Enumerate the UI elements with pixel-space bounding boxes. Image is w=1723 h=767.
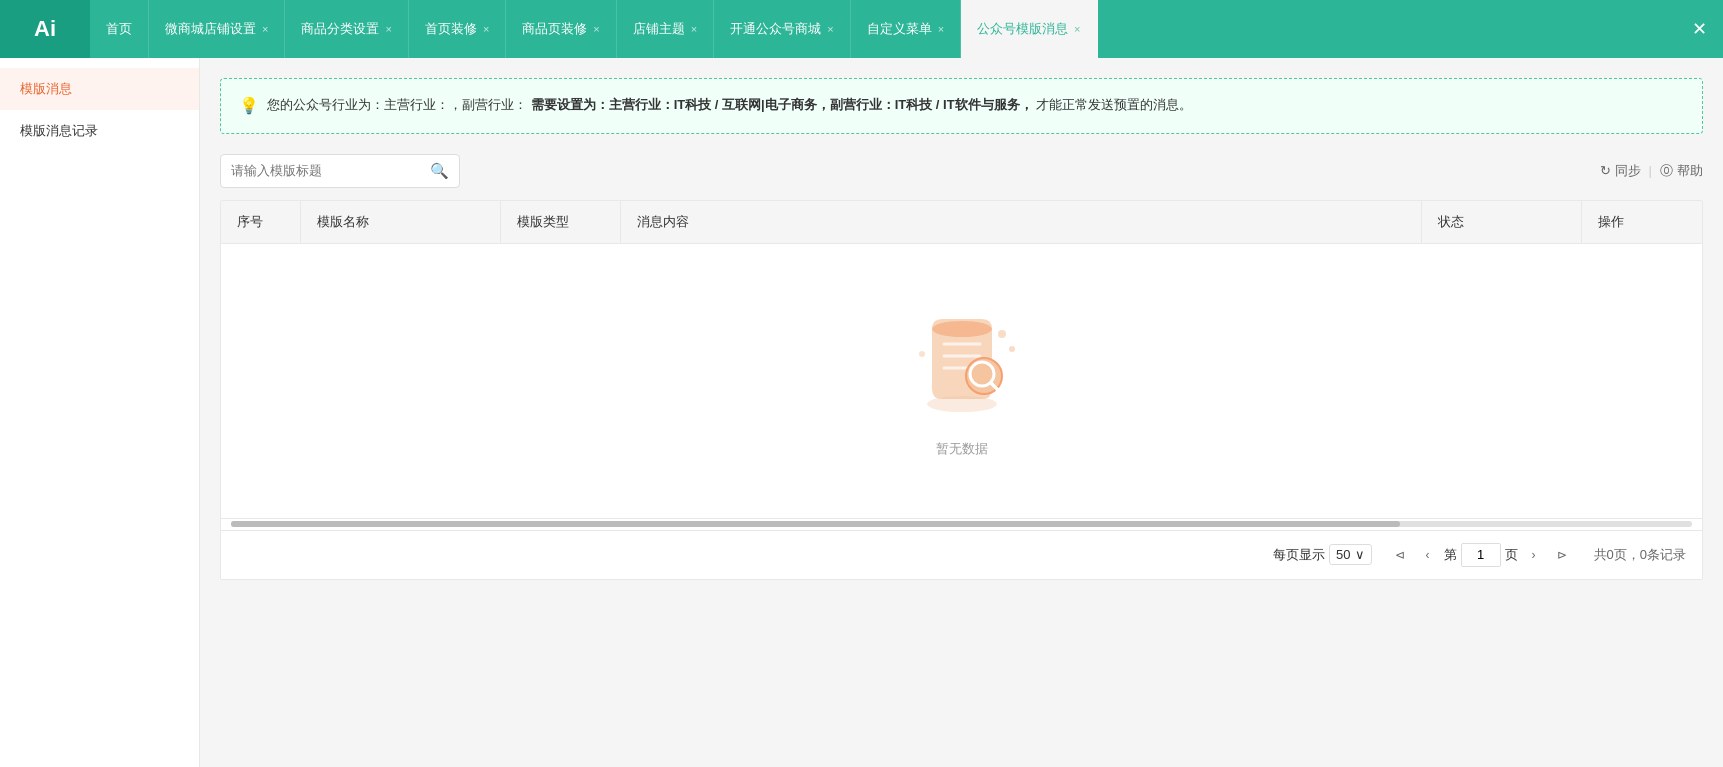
notice-box: 💡 您的公众号行业为：主营行业：，副营行业： 需要设置为：主营行业：IT科技 /… [220,78,1703,134]
page-number-input[interactable] [1461,543,1501,567]
sync-icon: ↻ [1600,163,1611,178]
nav-tab-label: 开通公众号商城 [730,20,821,38]
per-page-label: 每页显示 [1273,546,1325,564]
nav-tab-home-decor[interactable]: 首页装修 × [409,0,506,58]
sync-label: 同步 [1615,162,1641,180]
table-header-action: 操作 [1582,201,1702,243]
nav-tab-close-product-decor[interactable]: × [593,23,599,35]
notice-icon: 💡 [239,93,259,119]
nav-tab-custom-menu[interactable]: 自定义菜单 × [851,0,961,58]
top-nav-bar: Ai 首页微商城店铺设置×商品分类设置×首页装修×商品页装修×店铺主题×开通公众… [0,0,1723,58]
nav-tab-label: 店铺主题 [633,20,685,38]
next-page-button[interactable]: › [1522,543,1546,567]
close-all-button[interactable]: ✕ [1676,0,1723,58]
table-header-seq: 序号 [221,201,301,243]
page-label: 第 [1444,546,1457,564]
horizontal-scrollbar[interactable] [221,518,1702,530]
sidebar-item-template-msg-log[interactable]: 模版消息记录 [0,110,199,152]
app-logo: Ai [0,0,90,58]
nav-tab-close-template-msg[interactable]: × [1074,23,1080,35]
nav-tab-close-home-decor[interactable]: × [483,23,489,35]
table-header: 序号模版名称模版类型消息内容状态操作 [221,201,1702,244]
search-box: 🔍 [220,154,460,188]
empty-state: 暂无数据 [221,244,1702,518]
nav-tab-home[interactable]: 首页 [90,0,149,58]
sidebar: 模版消息模版消息记录 [0,58,200,767]
nav-tab-category-settings[interactable]: 商品分类设置 × [285,0,408,58]
help-label: 帮助 [1677,162,1703,180]
help-icon: ⓪ [1660,162,1673,180]
page-size-selector: 每页显示 50 ∨ [1273,544,1371,565]
main-layout: 模版消息模版消息记录 💡 您的公众号行业为：主营行业：，副营行业： 需要设置为：… [0,58,1723,767]
nav-tab-label: 首页装修 [425,20,477,38]
svg-point-10 [919,351,925,357]
prev-page-button[interactable]: ‹ [1416,543,1440,567]
nav-tab-close-store-theme[interactable]: × [691,23,697,35]
nav-tab-close-custom-menu[interactable]: × [938,23,944,35]
nav-tab-shop-settings[interactable]: 微商城店铺设置 × [149,0,285,58]
nav-tab-label: 商品页装修 [522,20,587,38]
notice-highlight: 需要设置为：主营行业：IT科技 / 互联网|电子商务，副营行业：IT科技 / I… [531,97,1033,112]
page-unit: 页 [1505,546,1518,564]
svg-point-1 [932,321,992,337]
page-navigation: ⊲ ‹ 第 页 › ⊳ [1388,543,1574,567]
toolbar-right: ↻ 同步 | ⓪ 帮助 [1600,162,1703,180]
last-page-button[interactable]: ⊳ [1550,543,1574,567]
pagination: 每页显示 50 ∨ ⊲ ‹ 第 页 › ⊳ 共0页，0条记录 [221,530,1702,579]
help-button[interactable]: ⓪ 帮助 [1660,162,1703,180]
nav-tab-label: 自定义菜单 [867,20,932,38]
table-header-name: 模版名称 [301,201,501,243]
total-info: 共0页，0条记录 [1594,546,1686,564]
table-header-status: 状态 [1422,201,1582,243]
table-header-content: 消息内容 [621,201,1422,243]
svg-point-8 [998,330,1006,338]
nav-tab-open-mall[interactable]: 开通公众号商城 × [714,0,850,58]
notice-text: 您的公众号行业为：主营行业：，副营行业： 需要设置为：主营行业：IT科技 / 互… [267,95,1192,116]
first-page-button[interactable]: ⊲ [1388,543,1412,567]
nav-tab-close-shop-settings[interactable]: × [262,23,268,35]
scroll-thumb[interactable] [231,521,1400,527]
table-header-type: 模版类型 [501,201,621,243]
nav-tab-template-msg[interactable]: 公众号模版消息 × [961,0,1097,58]
data-table: 序号模版名称模版类型消息内容状态操作 [220,200,1703,580]
search-button[interactable]: 🔍 [430,162,449,180]
nav-tab-label: 公众号模版消息 [977,20,1068,38]
main-content: 💡 您的公众号行业为：主营行业：，副营行业： 需要设置为：主营行业：IT科技 /… [200,58,1723,767]
nav-tab-close-category-settings[interactable]: × [385,23,391,35]
per-page-select[interactable]: 50 ∨ [1329,544,1371,565]
scroll-track[interactable] [231,521,1692,527]
divider: | [1649,163,1652,178]
sidebar-item-template-msg[interactable]: 模版消息 [0,68,199,110]
search-input[interactable] [231,163,430,178]
nav-tab-label: 商品分类设置 [301,20,379,38]
sync-button[interactable]: ↻ 同步 [1600,162,1641,180]
nav-tab-label: 微商城店铺设置 [165,20,256,38]
per-page-value: 50 [1336,547,1350,562]
nav-tabs-container: 首页微商城店铺设置×商品分类设置×首页装修×商品页装修×店铺主题×开通公众号商城… [90,0,1676,58]
nav-tab-label: 首页 [106,20,132,38]
search-toolbar: 🔍 ↻ 同步 | ⓪ 帮助 [220,154,1703,188]
nav-tab-close-open-mall[interactable]: × [827,23,833,35]
empty-illustration [902,304,1022,424]
svg-point-9 [1009,346,1015,352]
empty-text: 暂无数据 [936,440,988,458]
nav-tab-product-decor[interactable]: 商品页装修 × [506,0,616,58]
nav-tab-store-theme[interactable]: 店铺主题 × [617,0,714,58]
chevron-down-icon: ∨ [1355,547,1365,562]
